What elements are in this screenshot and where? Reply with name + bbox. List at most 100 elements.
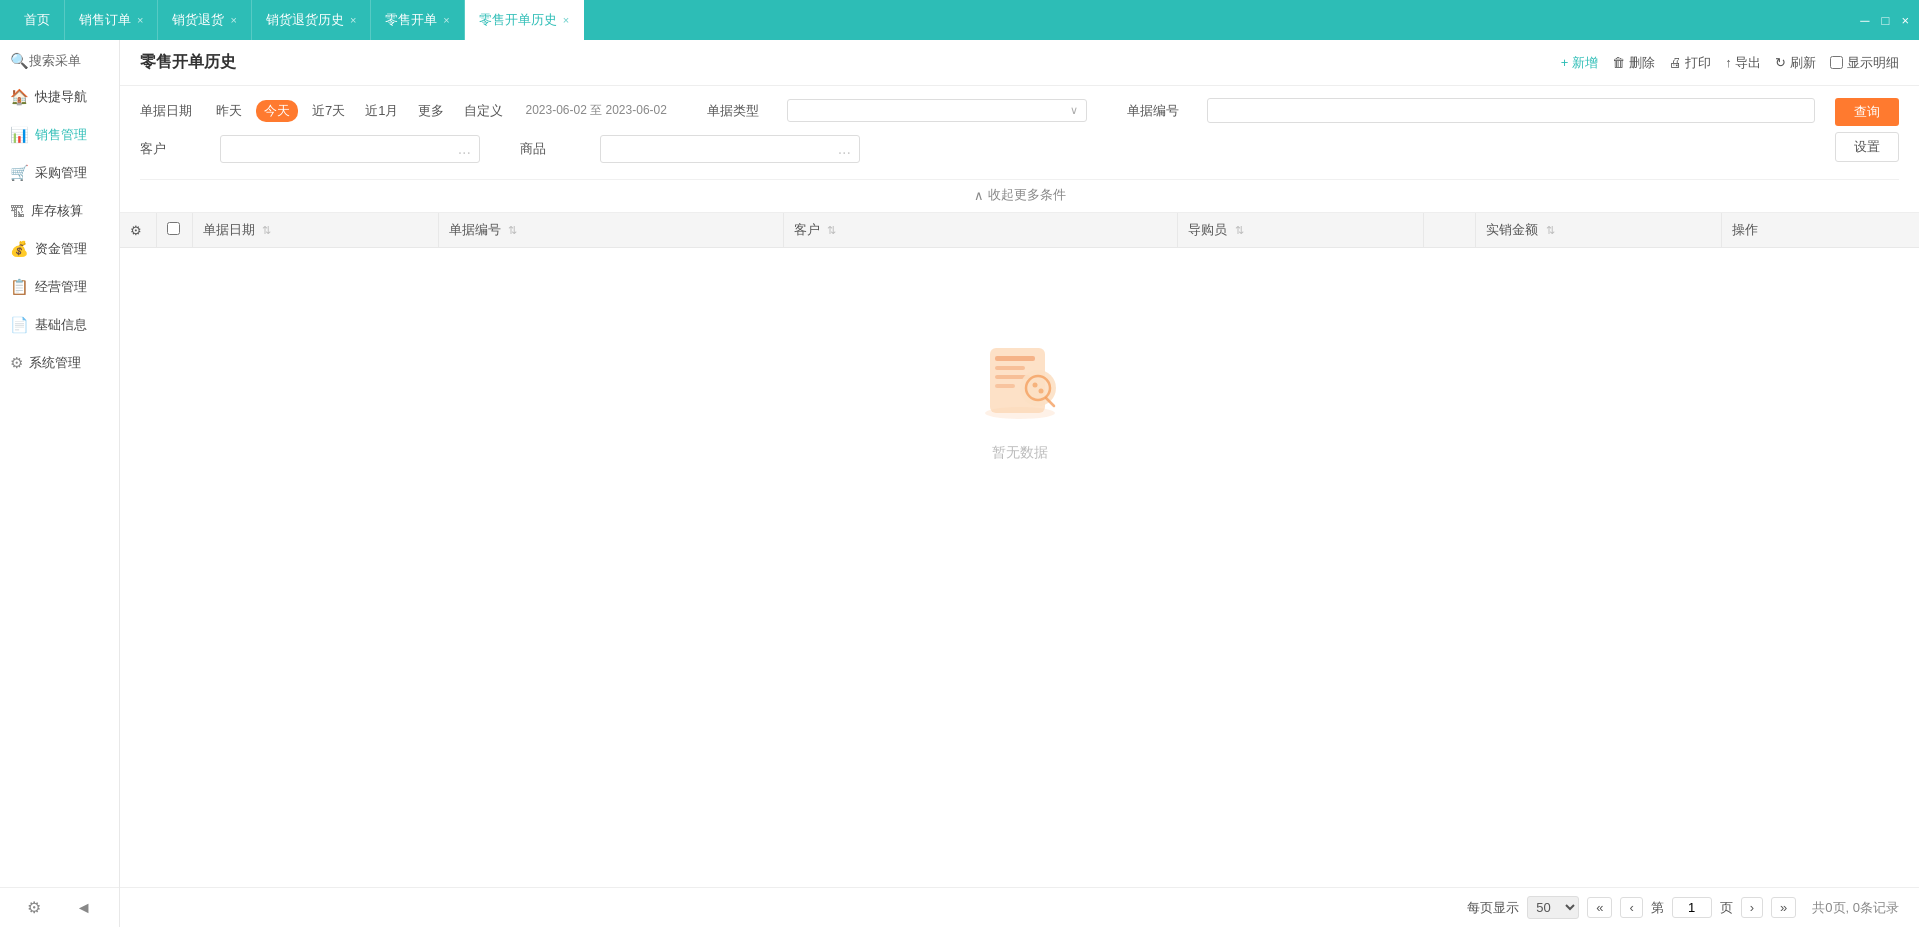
date-more[interactable]: 更多 <box>412 100 450 122</box>
print-button[interactable]: 🖨 打印 <box>1669 54 1712 72</box>
svg-point-10 <box>1038 389 1043 394</box>
filter-area: 单据日期 昨天 今天 近7天 近1月 更多 自定义 2023-06-02 至 2… <box>120 86 1919 213</box>
col-action-label: 操作 <box>1732 222 1758 237</box>
col-amount-sort-icon[interactable]: ⇅ <box>1546 224 1555 236</box>
sidebar-item-finance[interactable]: 💰 资金管理 <box>0 230 119 268</box>
search-icon: 🔍 <box>10 52 29 70</box>
page-size-select[interactable]: 50 10 20 100 <box>1527 896 1579 919</box>
query-button[interactable]: 查询 <box>1835 98 1899 126</box>
show-detail-check[interactable]: 显示明细 <box>1830 54 1899 72</box>
sidebar-item-inventory[interactable]: 🏗 库存核算 <box>0 192 119 230</box>
top-bar-right: ─ □ × <box>1860 13 1909 28</box>
col-guide-label: 导购员 <box>1188 222 1227 237</box>
last-page-btn[interactable]: » <box>1771 897 1796 918</box>
window-close-btn[interactable]: × <box>1901 13 1909 28</box>
inventory-icon: 🏗 <box>10 203 25 220</box>
sidebar-item-quicknav-label: 快捷导航 <box>35 88 87 106</box>
col-date-header: 单据日期 ⇅ <box>192 213 438 248</box>
collapse-sidebar-btn[interactable]: ◄ <box>76 899 92 917</box>
date-today[interactable]: 今天 <box>256 100 298 122</box>
col-client-sort-icon[interactable]: ⇅ <box>827 224 836 236</box>
tab-sales-return-label: 销货退货 <box>172 11 224 29</box>
date-yesterday[interactable]: 昨天 <box>210 100 248 122</box>
sidebar-item-inventory-label: 库存核算 <box>31 202 83 220</box>
svg-rect-2 <box>995 356 1035 361</box>
next-page-btn[interactable]: › <box>1741 897 1763 918</box>
sidebar-item-sales-label: 销售管理 <box>35 126 87 144</box>
delete-button[interactable]: 🗑 删除 <box>1612 54 1655 72</box>
sidebar-item-system[interactable]: ⚙ 系统管理 <box>0 344 119 382</box>
col-no-sort-icon[interactable]: ⇅ <box>508 224 517 236</box>
col-guide-sort-icon[interactable]: ⇅ <box>1235 224 1244 236</box>
tab-sales-return-history-label: 销货退货历史 <box>266 11 344 29</box>
window-min-btn[interactable]: ─ <box>1860 13 1869 28</box>
first-page-btn[interactable]: « <box>1587 897 1612 918</box>
tab-sales-return-history-close[interactable]: × <box>350 14 356 26</box>
tab-sales-return-history[interactable]: 销货退货历史 × <box>252 0 371 40</box>
col-date-sort-icon[interactable]: ⇅ <box>262 224 271 236</box>
type-filter-label: 单据类型 <box>707 102 777 120</box>
new-button[interactable]: + 新增 <box>1561 54 1598 72</box>
collapse-label: 收起更多条件 <box>988 186 1066 204</box>
select-all-checkbox[interactable] <box>167 222 180 235</box>
col-client-label: 客户 <box>794 222 820 237</box>
empty-text: 暂无数据 <box>992 444 1048 462</box>
date-1month[interactable]: 近1月 <box>359 100 404 122</box>
tab-retail-order-label: 零售开单 <box>385 11 437 29</box>
svg-point-9 <box>1032 383 1037 388</box>
type-select[interactable]: ∨ <box>787 99 1087 122</box>
page-num-prefix: 第 <box>1651 899 1664 917</box>
col-guide-header: 导购员 ⇅ <box>1177 213 1423 248</box>
sidebar-item-sales[interactable]: 📊 销售管理 <box>0 116 119 154</box>
client-filter-label: 客户 <box>140 140 210 158</box>
show-detail-checkbox[interactable] <box>1830 56 1843 69</box>
svg-rect-3 <box>995 366 1025 370</box>
no-input-wrap <box>1207 98 1815 123</box>
management-icon: 📋 <box>10 278 29 296</box>
pagination-bar: 每页显示 50 10 20 100 « ‹ 第 页 › » 共0页, 0条记录 <box>120 887 1919 927</box>
page-input[interactable] <box>1672 897 1712 918</box>
table-head: ⚙ 单据日期 ⇅ 单据编号 ⇅ <box>120 213 1919 248</box>
tab-sales-return-close[interactable]: × <box>230 14 236 26</box>
col-checkbox-header[interactable] <box>156 213 192 248</box>
sidebar-item-purchase[interactable]: 🛒 采购管理 <box>0 154 119 192</box>
sidebar-item-system-label: 系统管理 <box>29 354 81 372</box>
window-max-btn[interactable]: □ <box>1882 13 1890 28</box>
tab-sales-order-close[interactable]: × <box>137 14 143 26</box>
tab-retail-order-close[interactable]: × <box>443 14 449 26</box>
sidebar-item-basic-info[interactable]: 📄 基础信息 <box>0 306 119 344</box>
table-header-row: ⚙ 单据日期 ⇅ 单据编号 ⇅ <box>120 213 1919 248</box>
tab-home[interactable]: 首页 <box>10 0 65 40</box>
content-area: 零售开单历史 + 新增 🗑 删除 🖨 打印 ↑ 导出 ↻ 刷新 显示明细 单据 <box>120 40 1919 927</box>
tab-retail-order-history[interactable]: 零售开单历史 × <box>465 0 584 40</box>
sidebar-item-quicknav[interactable]: 🏠 快捷导航 <box>0 78 119 116</box>
date-7days[interactable]: 近7天 <box>306 100 351 122</box>
client-input-wrap: ... <box>220 135 480 163</box>
col-date-label: 单据日期 <box>203 222 255 237</box>
tab-home-label: 首页 <box>24 11 50 29</box>
date-range-display: 2023-06-02 至 2023-06-02 <box>525 102 666 119</box>
client-input[interactable] <box>229 142 458 157</box>
tab-retail-order-history-close[interactable]: × <box>563 14 569 26</box>
page-suffix: 页 <box>1720 899 1733 917</box>
no-input[interactable] <box>1216 103 1806 118</box>
goods-input[interactable] <box>609 142 838 157</box>
filter-actions: 查询 设置 <box>1835 98 1899 162</box>
page-title: 零售开单历史 <box>140 52 236 73</box>
filter-settings-button[interactable]: 设置 <box>1835 132 1899 162</box>
sidebar-item-management[interactable]: 📋 经营管理 <box>0 268 119 306</box>
refresh-button[interactable]: ↻ 刷新 <box>1775 54 1816 72</box>
collapse-conditions[interactable]: ∧ 收起更多条件 <box>140 179 1899 212</box>
prev-page-btn[interactable]: ‹ <box>1620 897 1642 918</box>
sidebar-search[interactable]: 🔍 搜索采单 <box>0 44 119 78</box>
export-button[interactable]: ↑ 导出 <box>1725 54 1761 72</box>
tab-sales-return[interactable]: 销货退货 × <box>158 0 251 40</box>
basic-info-icon: 📄 <box>10 316 29 334</box>
tab-sales-order[interactable]: 销售订单 × <box>65 0 158 40</box>
data-table: ⚙ 单据日期 ⇅ 单据编号 ⇅ <box>120 213 1919 248</box>
col-settings-header[interactable]: ⚙ <box>120 213 156 248</box>
settings-bottom-btn[interactable]: ⚙ <box>27 898 41 917</box>
date-custom[interactable]: 自定义 <box>458 100 509 122</box>
tab-bar: 首页 销售订单 × 销货退货 × 销货退货历史 × 零售开单 × 零售开单历史 … <box>10 0 584 40</box>
tab-retail-order[interactable]: 零售开单 × <box>371 0 464 40</box>
